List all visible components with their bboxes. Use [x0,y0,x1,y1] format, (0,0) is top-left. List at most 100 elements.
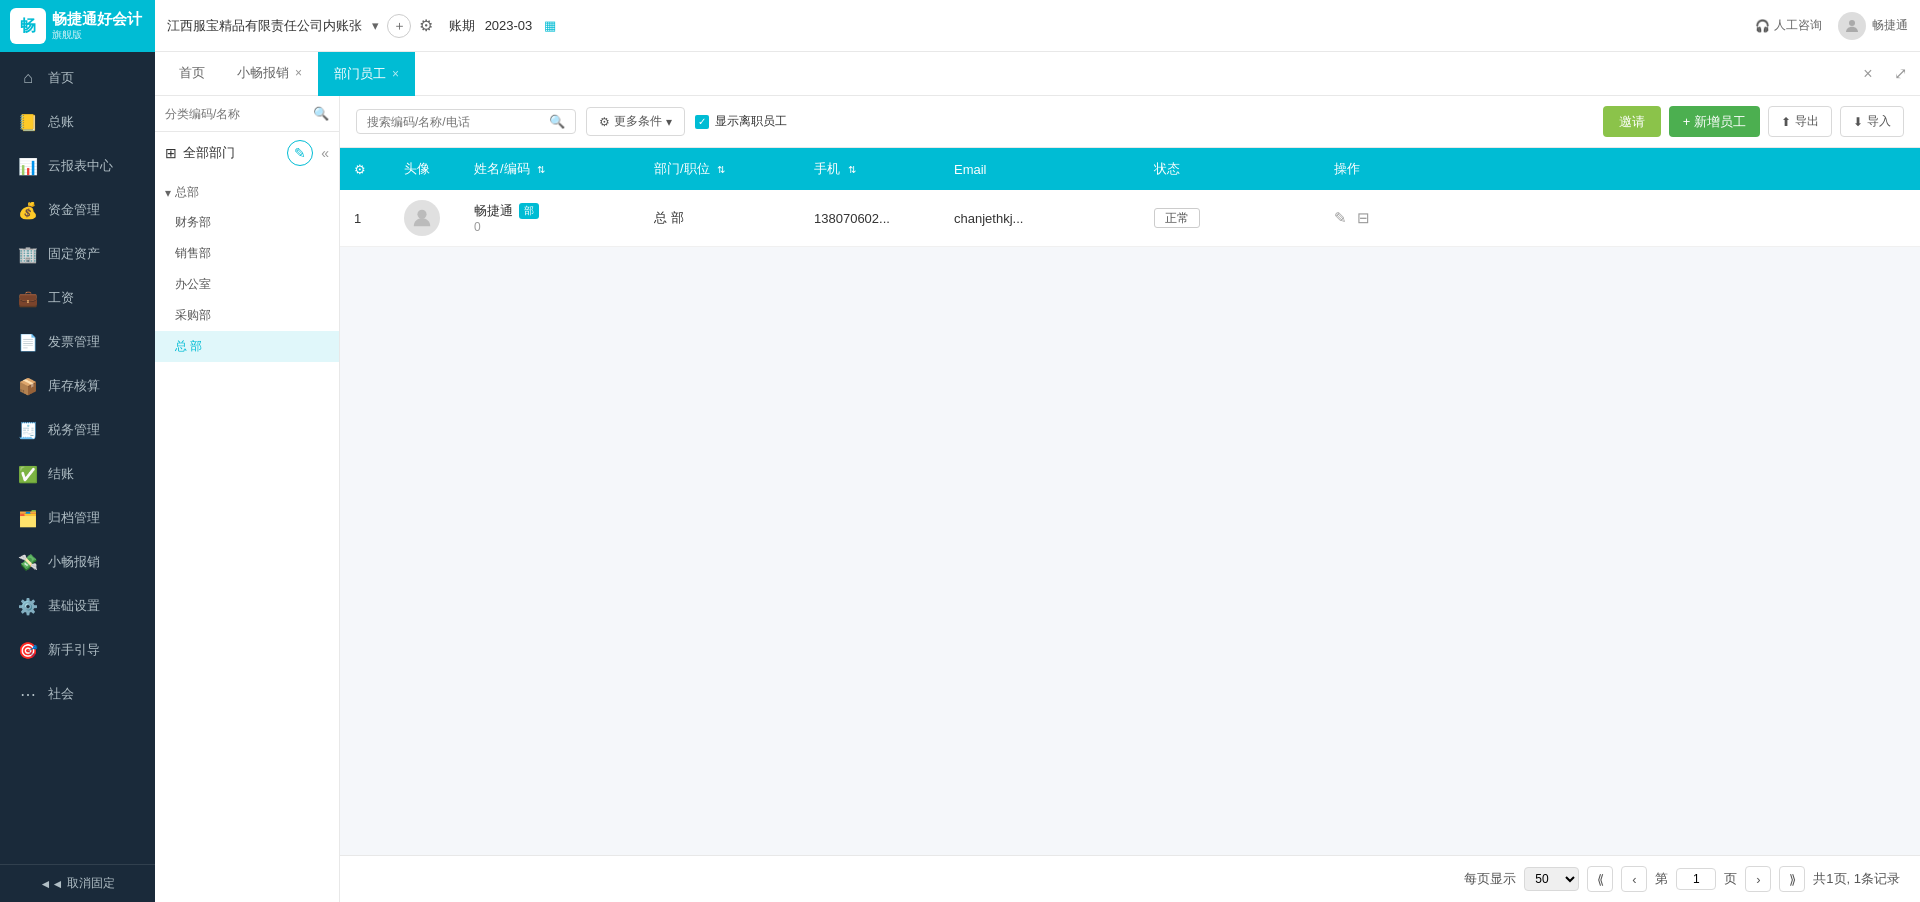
page-number-input[interactable] [1676,868,1716,890]
row-email-cell: chanjethkj... [940,190,1140,247]
col-name-label: 姓名/编码 [474,161,530,176]
tab-department-employees[interactable]: 部门员工 × [318,52,415,96]
row-status-cell: 正常 [1140,190,1320,247]
show-resigned-area[interactable]: ✓ 显示离职员工 [695,113,787,130]
dept-search-input[interactable] [165,107,307,121]
search-icon[interactable]: 🔍 [549,114,565,129]
maximize-button[interactable]: ⤢ [1888,62,1912,86]
add-dept-button[interactable]: ✎ [287,140,313,166]
tab-xiaochang-close-icon[interactable]: × [295,66,302,80]
sidebar-item-fixed-assets[interactable]: 🏢 固定资产 [0,232,155,276]
tab-home[interactable]: 首页 [163,52,221,96]
cancel-pin-button[interactable]: ◄◄ 取消固定 [40,875,116,892]
col-name-sort-icon: ⇅ [537,164,545,175]
more-nav-label: 社会 [48,685,74,703]
sidebar-item-tax[interactable]: 🧾 税务管理 [0,408,155,452]
sidebar-item-more[interactable]: ⋯ 社会 [0,672,155,716]
edit-button[interactable]: ✎ [1334,209,1347,227]
dept-item-caigobu[interactable]: 采购部 [155,300,339,331]
last-page-button[interactable]: ⟫ [1779,866,1805,892]
col-settings[interactable]: ⚙ [340,148,390,190]
sidebar-item-capital[interactable]: 💰 资金管理 [0,188,155,232]
row-dept-cell: 总 部 [640,190,800,247]
tab-xiaochang-reimbursement[interactable]: 小畅报销 × [221,52,318,96]
app-subtitle: 旗舰版 [52,28,142,42]
tax-nav-label: 税务管理 [48,421,100,439]
sidebar-item-invoice[interactable]: 📄 发票管理 [0,320,155,364]
tax-nav-icon: 🧾 [18,420,38,440]
sidebar-item-reports[interactable]: 📊 云报表中心 [0,144,155,188]
dept-search-area: 🔍 [155,96,339,132]
sidebar-item-home[interactable]: ⌂ 首页 [0,56,155,100]
period-value: 2023-03 [485,18,533,33]
employee-table-wrapper: ⚙ 头像 姓名/编码 ⇅ 部门/职位 ⇅ [340,148,1920,855]
user-area[interactable]: 畅捷通 [1838,12,1908,40]
add-company-button[interactable]: ＋ [387,14,411,38]
sidebar-item-xiaochang[interactable]: 💸 小畅报销 [0,540,155,584]
settlement-nav-label: 结账 [48,465,74,483]
dept-item-bangongshi[interactable]: 办公室 [155,269,339,300]
invoice-nav-label: 发票管理 [48,333,100,351]
pagination-area: 每页显示 50 20 100 ⟪ ‹ 第 页 › ⟫ 共1页, 1条记录 [340,855,1920,902]
more-filters-button[interactable]: ⚙ 更多条件 ▾ [586,107,685,136]
add-employee-button[interactable]: + 新增员工 [1669,106,1760,137]
import-button[interactable]: ⬇ 导入 [1840,106,1904,137]
next-page-button[interactable]: › [1745,866,1771,892]
sidebar-item-settlement[interactable]: ✅ 结账 [0,452,155,496]
inventory-nav-label: 库存核算 [48,377,100,395]
export-button[interactable]: ⬆ 导出 [1768,106,1832,137]
col-phone[interactable]: 手机 ⇅ [800,148,940,190]
filter-icon: ⚙ [599,115,610,129]
avatar [1838,12,1866,40]
invite-button[interactable]: 邀请 [1603,106,1661,137]
expand-icon: ▾ [165,186,171,200]
prev-page-button[interactable]: ‹ [1621,866,1647,892]
reports-nav-label: 云报表中心 [48,157,113,175]
service-button[interactable]: 🎧 人工咨询 [1755,17,1822,34]
filter-label: 更多条件 [614,113,662,130]
col-phone-sort-icon: ⇅ [848,164,856,175]
capital-nav-label: 资金管理 [48,201,100,219]
dept-item-xiaoshoubu[interactable]: 销售部 [155,238,339,269]
employee-name-area: 畅捷通 部 [474,202,539,220]
dept-item-caiwubu[interactable]: 财务部 [155,207,339,238]
logo-area: 畅 畅捷通好会计 旗舰版 [0,0,155,52]
delete-button[interactable]: ⊟ [1357,209,1370,227]
dept-item-zongbu-parent[interactable]: ▾ 总部 [155,178,339,207]
calendar-icon[interactable]: ▦ [544,18,556,33]
search-input[interactable] [367,115,543,129]
dept-item-zongbu[interactable]: 总 部 [155,331,339,362]
company-dropdown-icon[interactable]: ▾ [372,18,379,33]
first-page-button[interactable]: ⟪ [1587,866,1613,892]
tabs-bar: 首页 小畅报销 × 部门员工 × × ⤢ [155,52,1920,96]
reports-nav-icon: 📊 [18,156,38,176]
page-size-select[interactable]: 50 20 100 [1524,867,1579,891]
dept-zongbu-label: 总 部 [175,339,202,353]
col-dept[interactable]: 部门/职位 ⇅ [640,148,800,190]
col-dept-sort-icon: ⇅ [717,164,725,175]
col-dept-label: 部门/职位 [654,161,710,176]
settings-icon[interactable]: ⚙ [419,16,433,35]
tab-dept-close-icon[interactable]: × [392,67,399,81]
collapse-panel-icon[interactable]: « [321,145,329,161]
close-tab-button[interactable]: × [1856,62,1880,86]
home-nav-label: 首页 [48,69,74,87]
sidebar-item-inventory[interactable]: 📦 库存核算 [0,364,155,408]
cancel-pin-label: 取消固定 [67,875,115,892]
chevron-down-icon: ▾ [666,115,672,129]
sidebar-item-newbie[interactable]: 🎯 新手引导 [0,628,155,672]
sidebar-item-salary[interactable]: 💼 工资 [0,276,155,320]
dept-search-icon[interactable]: 🔍 [313,106,329,121]
fixed-assets-nav-label: 固定资产 [48,245,100,263]
sidebar-item-basic-settings[interactable]: ⚙️ 基础设置 [0,584,155,628]
sidebar-item-ledger[interactable]: 📒 总账 [0,100,155,144]
row-index: 1 [340,190,390,247]
page-size-label: 每页显示 [1464,870,1516,888]
dept-caigobu-label: 采购部 [175,308,211,322]
show-resigned-checkbox[interactable]: ✓ [695,115,709,129]
all-departments-label[interactable]: ⊞ 全部部门 [165,144,235,162]
logo-text-area: 畅捷通好会计 旗舰版 [52,10,142,42]
table-settings-icon[interactable]: ⚙ [354,162,366,177]
sidebar-item-archive[interactable]: 🗂️ 归档管理 [0,496,155,540]
col-name[interactable]: 姓名/编码 ⇅ [460,148,640,190]
